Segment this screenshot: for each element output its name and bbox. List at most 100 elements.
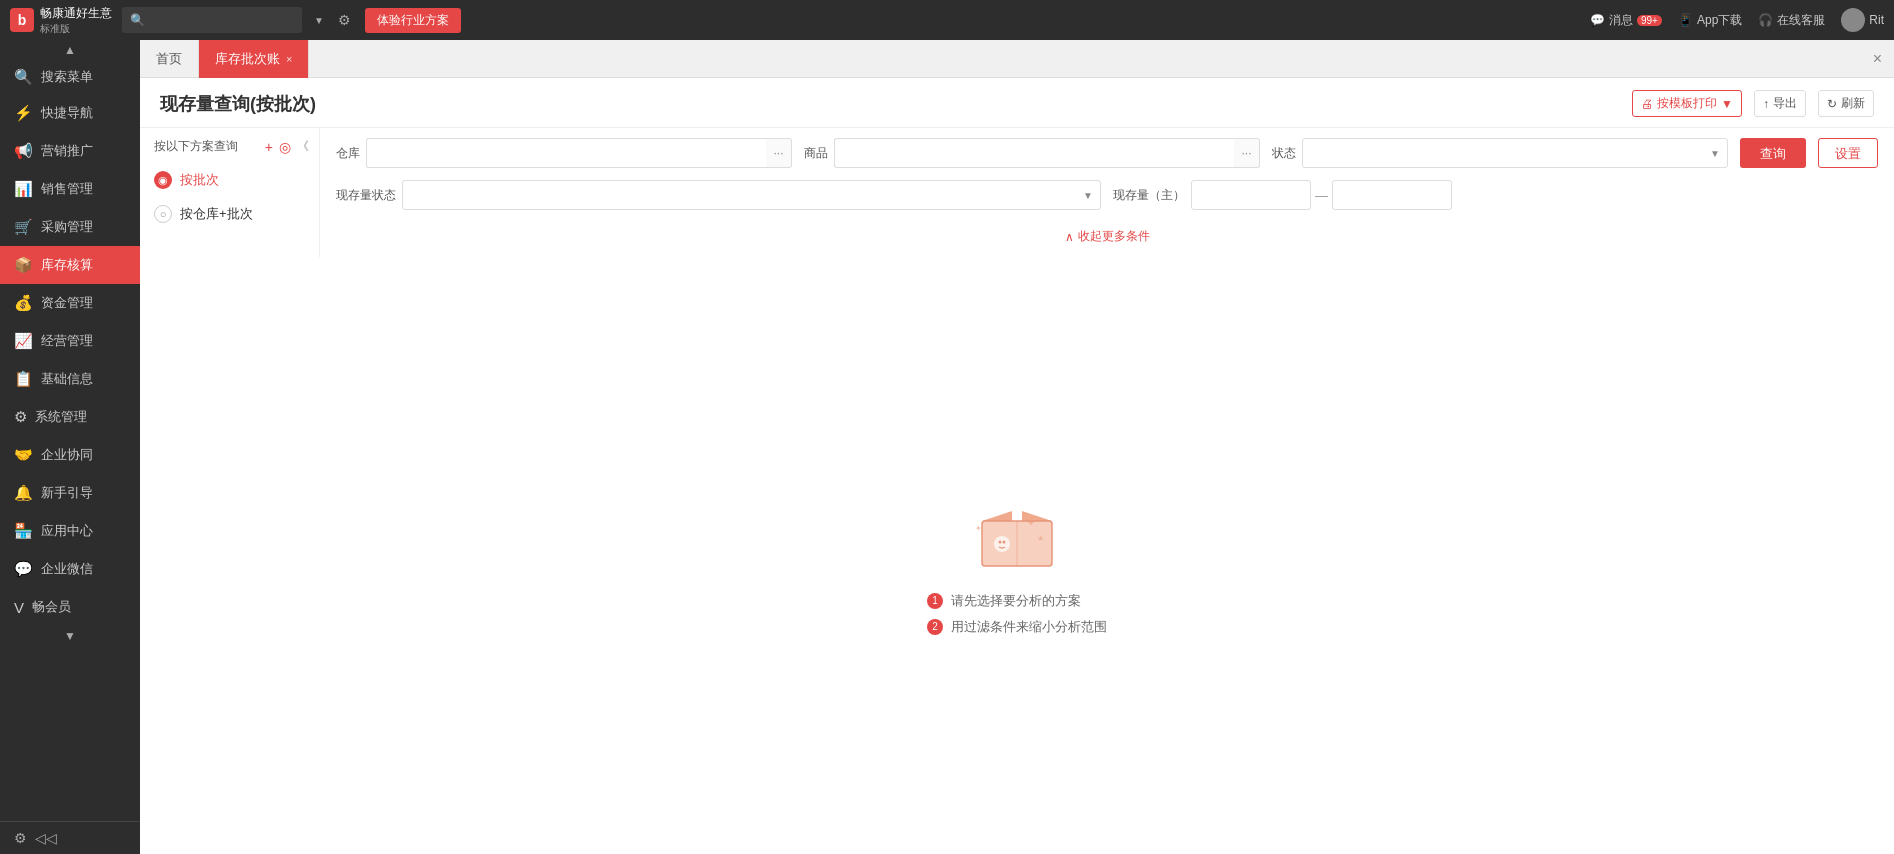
- warehouse-input[interactable]: [366, 138, 766, 168]
- search-box[interactable]: 🔍: [122, 7, 302, 33]
- print-button[interactable]: 🖨 按模板打印 ▼: [1632, 90, 1742, 117]
- app-version: 标准版: [40, 22, 112, 36]
- inventory-qty-min-input[interactable]: [1191, 180, 1311, 210]
- online-service-item[interactable]: 🎧 在线客服: [1758, 12, 1825, 29]
- solution-item-warehouse-batch-label: 按仓库+批次: [180, 205, 253, 223]
- export-button[interactable]: ↑ 导出: [1754, 90, 1806, 117]
- sidebar-item-new-guide[interactable]: 🔔 新手引导: [0, 474, 140, 512]
- sidebar-item-finance[interactable]: 💰 资金管理: [0, 284, 140, 322]
- gear-icon[interactable]: ⚙: [338, 12, 351, 28]
- inventory-qty-max-input[interactable]: [1332, 180, 1452, 210]
- message-label: 消息: [1609, 12, 1633, 29]
- sidebar-scroll-down[interactable]: ▼: [0, 626, 140, 646]
- export-label: 导出: [1773, 95, 1797, 112]
- step-2-text: 用过滤条件来缩小分析范围: [951, 618, 1107, 636]
- target-solution-icon[interactable]: ◎: [279, 139, 291, 155]
- page-title: 现存量查询(按批次): [160, 92, 316, 116]
- warehouse-filter-label: 仓库: [336, 145, 360, 162]
- collapse-panel-icon[interactable]: 《: [297, 138, 309, 155]
- sidebar-item-search[interactable]: 🔍 搜索菜单: [0, 60, 140, 94]
- collapse-more-btn[interactable]: ∧ 收起更多条件: [336, 222, 1878, 247]
- sidebar-item-wecom-label: 企业微信: [41, 560, 126, 578]
- sidebar-item-new-guide-label: 新手引导: [41, 484, 126, 502]
- goods-input[interactable]: [834, 138, 1234, 168]
- tab-inventory-batch[interactable]: 库存批次账 ×: [199, 40, 309, 78]
- svg-point-3: [994, 536, 1010, 552]
- sidebar: ▲ 🔍 搜索菜单 ⚡ 快捷导航 📢 营销推广 📊 销售管理 🛒 采购管理 📦 库…: [0, 40, 140, 854]
- empty-box-svg: ✦ ★ ✦: [957, 476, 1077, 576]
- print-label: 按模板打印: [1657, 95, 1717, 112]
- sidebar-item-purchase-label: 采购管理: [41, 218, 126, 236]
- tab-panel-close-icon[interactable]: ×: [1861, 50, 1894, 68]
- sidebar-item-app-center-label: 应用中心: [41, 522, 126, 540]
- dropdown-icon[interactable]: ▼: [314, 15, 324, 26]
- query-button[interactable]: 查询: [1740, 138, 1806, 168]
- print-dropdown-icon[interactable]: ▼: [1721, 97, 1733, 111]
- sidebar-item-purchase[interactable]: 🛒 采购管理: [0, 208, 140, 246]
- user-name: Rit: [1869, 13, 1884, 27]
- solution-item-batch[interactable]: ◉ 按批次: [140, 163, 319, 197]
- page-content: 现存量查询(按批次) 🖨 按模板打印 ▼ ↑ 导出 ↻ 刷新: [140, 78, 1894, 854]
- quick-nav-icon: ⚡: [14, 104, 33, 122]
- sidebar-item-marketing[interactable]: 📢 营销推广: [0, 132, 140, 170]
- sidebar-scroll-up[interactable]: ▲: [0, 40, 140, 60]
- solution-item-batch-label: 按批次: [180, 171, 219, 189]
- main-layout: ▲ 🔍 搜索菜单 ⚡ 快捷导航 📢 营销推广 📊 销售管理 🛒 采购管理 📦 库…: [0, 40, 1894, 854]
- finance-icon: 💰: [14, 294, 33, 312]
- refresh-button[interactable]: ↻ 刷新: [1818, 90, 1874, 117]
- status-filter-label: 状态: [1272, 145, 1296, 162]
- solution-icon-batch: ◉: [154, 171, 172, 189]
- tab-bar: 首页 库存批次账 × ×: [140, 40, 1894, 78]
- industry-btn[interactable]: 体验行业方案: [365, 8, 461, 33]
- sidebar-item-quick-nav-label: 快捷导航: [41, 104, 126, 122]
- app-center-icon: 🏪: [14, 522, 33, 540]
- export-icon: ↑: [1763, 97, 1769, 111]
- status-select[interactable]: [1302, 138, 1728, 168]
- inventory-status-select[interactable]: [402, 180, 1101, 210]
- search-icon: 🔍: [130, 13, 145, 27]
- online-service-label: 在线客服: [1777, 12, 1825, 29]
- settings-button[interactable]: 设置: [1818, 138, 1878, 168]
- sidebar-item-wecom[interactable]: 💬 企业微信: [0, 550, 140, 588]
- sidebar-item-app-center[interactable]: 🏪 应用中心: [0, 512, 140, 550]
- app-info: 畅康通好生意 标准版: [40, 5, 112, 36]
- settings-bottom-icon[interactable]: ⚙: [14, 830, 27, 846]
- filter-area: 按以下方案查询 + ◎ 《 ◉ 按批次 ○ 按仓库+批次: [140, 128, 1894, 257]
- topbar-right: 💬 消息 99+ 📱 App下载 🎧 在线客服 Rit: [1590, 8, 1884, 32]
- sidebar-item-basic-info-label: 基础信息: [41, 370, 126, 388]
- tab-home[interactable]: 首页: [140, 40, 199, 78]
- collapse-up-icon: ∧: [1065, 230, 1074, 244]
- refresh-label: 刷新: [1841, 95, 1865, 112]
- app-download-item[interactable]: 📱 App下载: [1678, 12, 1742, 29]
- add-solution-icon[interactable]: +: [265, 139, 273, 155]
- collapse-sidebar-icon[interactable]: ◁◁: [35, 830, 57, 846]
- headset-icon: 🎧: [1758, 13, 1773, 27]
- vip-icon: V: [14, 599, 24, 616]
- sidebar-item-vip-label: 畅会员: [32, 598, 126, 616]
- sidebar-item-system[interactable]: ⚙ 系统管理: [0, 398, 140, 436]
- inventory-status-select-wrapper: ▼: [402, 180, 1101, 210]
- topbar-center: 🔍 ▼ ⚙ 体验行业方案: [122, 7, 1590, 33]
- goods-more-icon[interactable]: ···: [1234, 138, 1260, 168]
- sidebar-item-sales[interactable]: 📊 销售管理: [0, 170, 140, 208]
- filter-row-2: 现存量状态 ▼ 现存量（主） —: [336, 180, 1878, 210]
- collapse-label: 收起更多条件: [1078, 228, 1150, 245]
- sidebar-item-inventory[interactable]: 📦 库存核算: [0, 246, 140, 284]
- tab-close-icon[interactable]: ×: [286, 53, 292, 65]
- sidebar-item-system-label: 系统管理: [35, 408, 126, 426]
- sidebar-item-finance-label: 资金管理: [41, 294, 126, 312]
- filter-group-inventory-status: 现存量状态 ▼: [336, 180, 1101, 210]
- content-area: 首页 库存批次账 × × 现存量查询(按批次) 🖨 按模板打印 ▼: [140, 40, 1894, 854]
- sidebar-item-operations[interactable]: 📈 经营管理: [0, 322, 140, 360]
- sidebar-item-quick-nav[interactable]: ⚡ 快捷导航: [0, 94, 140, 132]
- warehouse-more-icon[interactable]: ···: [766, 138, 792, 168]
- app-logo[interactable]: b 畅康通好生意 标准版: [10, 5, 112, 36]
- step-1-text: 请先选择要分析的方案: [951, 592, 1081, 610]
- tab-inventory-batch-label: 库存批次账: [215, 50, 280, 68]
- sidebar-item-basic-info[interactable]: 📋 基础信息: [0, 360, 140, 398]
- user-item[interactable]: Rit: [1841, 8, 1884, 32]
- sidebar-item-vip[interactable]: V 畅会员: [0, 588, 140, 626]
- message-item[interactable]: 💬 消息 99+: [1590, 12, 1662, 29]
- solution-item-warehouse-batch[interactable]: ○ 按仓库+批次: [140, 197, 319, 231]
- sidebar-item-enterprise[interactable]: 🤝 企业协同: [0, 436, 140, 474]
